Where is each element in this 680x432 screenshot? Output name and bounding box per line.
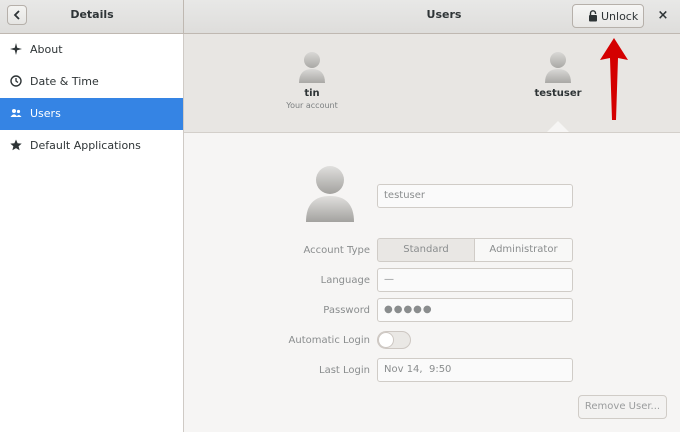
account-type-standard[interactable]: Standard <box>377 238 475 262</box>
language-field[interactable]: — <box>377 268 573 292</box>
user-avatar-icon <box>545 52 571 83</box>
sidebar-item-label: Default Applications <box>30 139 141 152</box>
remove-user-button[interactable]: Remove User... <box>578 395 667 419</box>
language-label: Language <box>320 275 370 286</box>
back-button[interactable] <box>7 5 27 25</box>
sidebar-item-about[interactable]: About <box>0 34 183 66</box>
large-avatar-icon[interactable] <box>304 162 356 224</box>
last-login-field[interactable]: Nov 14, 9:50 <box>377 358 573 382</box>
star-icon <box>10 139 22 151</box>
sidebar: About Date & Time Users Default Applicat… <box>0 34 184 432</box>
automatic-login-label: Automatic Login <box>288 335 370 346</box>
lock-icon <box>589 10 597 22</box>
user-avatar-icon <box>299 52 325 83</box>
users-icon <box>10 109 22 117</box>
user-name: tin <box>304 88 320 99</box>
sidebar-item-date-time[interactable]: Date & Time <box>0 66 183 98</box>
password-label: Password <box>323 305 370 316</box>
clock-icon <box>10 75 22 87</box>
switch-knob <box>378 332 394 348</box>
automatic-login-switch[interactable] <box>377 331 411 349</box>
annotation-arrow-icon <box>600 38 628 120</box>
user-card-testuser[interactable]: testuser <box>513 50 603 99</box>
sparkle-icon <box>10 43 22 55</box>
sidebar-item-label: Date & Time <box>30 75 99 88</box>
chevron-left-icon <box>13 10 20 20</box>
sidebar-item-users[interactable]: Users <box>0 98 183 130</box>
unlock-button[interactable]: Unlock <box>572 4 644 28</box>
username-field[interactable]: testuser <box>377 184 573 208</box>
user-card-tin[interactable]: tin Your account <box>267 50 357 110</box>
sidebar-item-label: Users <box>30 107 61 120</box>
unlock-label: Unlock <box>601 10 639 23</box>
account-type-administrator[interactable]: Administrator <box>474 238 573 262</box>
close-button[interactable]: × <box>654 8 672 26</box>
user-subtitle: Your account <box>286 101 338 110</box>
selection-pointer <box>547 121 569 132</box>
sidebar-title: Details <box>70 8 114 21</box>
user-name: testuser <box>534 88 582 99</box>
account-type-label: Account Type <box>303 245 370 256</box>
last-login-label: Last Login <box>319 365 370 376</box>
sidebar-item-label: About <box>30 43 63 56</box>
sidebar-item-default-applications[interactable]: Default Applications <box>0 130 183 162</box>
password-field[interactable]: ●●●●● <box>377 298 573 322</box>
account-type-toggle: Standard Administrator <box>377 238 573 262</box>
